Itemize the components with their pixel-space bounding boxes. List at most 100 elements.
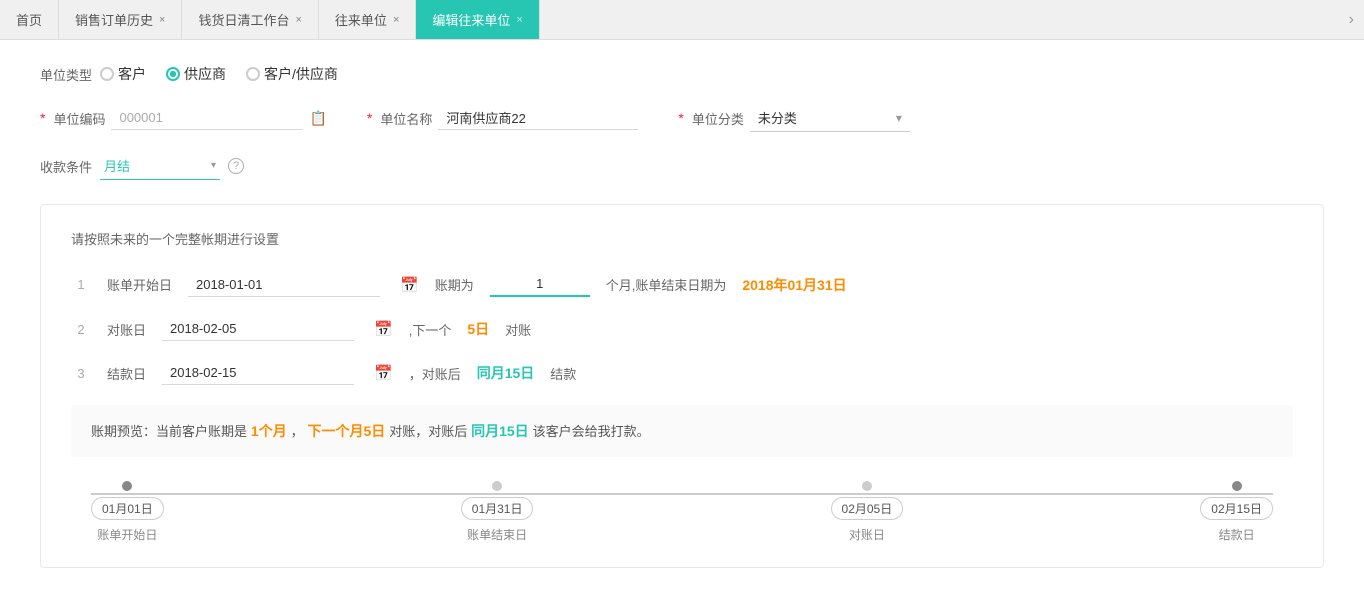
row1-date-input[interactable] (188, 273, 380, 297)
tab-cash-work-label: 钱货日清工作台 (198, 10, 289, 29)
row3-label: 结款日 (107, 364, 146, 383)
preview-part2: 下一个月5日 (308, 423, 386, 439)
timeline-point-3: 02月15日 结款日 (1200, 481, 1273, 543)
settings-box: 请按照未来的一个完整帐期进行设置 1 账单开始日 📅 账期为 个月,账单结束日期… (40, 204, 1324, 568)
preview-part3: 同月15日 (471, 423, 529, 439)
radio-customer-circle (100, 67, 114, 81)
radio-supplier[interactable]: 供应商 (166, 64, 226, 84)
row3-suffix-mid: 同月15日 (477, 363, 535, 383)
help-icon[interactable]: ? (228, 158, 244, 174)
tab-partner-close[interactable]: × (393, 14, 399, 26)
timeline-point-0: 01月01日 账单开始日 (91, 481, 164, 543)
tab-home-label: 首页 (16, 10, 42, 29)
timeline-point-2: 02月05日 对账日 (831, 481, 904, 543)
row2-date-input[interactable] (162, 317, 354, 341)
timeline-dot-3 (1232, 481, 1242, 491)
row1-label: 账单开始日 (107, 275, 172, 294)
unit-category-select[interactable]: 未分类 ▾ (750, 104, 910, 132)
row1-period-input[interactable] (490, 272, 590, 297)
radio-both[interactable]: 客户/供应商 (246, 64, 338, 84)
radio-customer-label: 客户 (118, 64, 146, 84)
tab-home[interactable]: 首页 (0, 0, 59, 39)
row1-suffix: 账期为 (435, 275, 474, 294)
tab-sales-order-label: 销售订单历史 (75, 10, 153, 29)
main-content: 单位类型 客户 供应商 客户/供应商 * 单位编码 📋 * (0, 40, 1364, 608)
timeline-label-1: 账单结束日 (467, 526, 527, 543)
timeline-date-3: 02月15日 (1200, 497, 1273, 520)
timeline-date-1: 01月31日 (461, 497, 534, 520)
row3-date-input[interactable] (162, 361, 354, 385)
tab-sales-order-close[interactable]: × (159, 14, 165, 26)
row-num-2: 2 (71, 322, 91, 337)
payment-row: 收款条件 月结 ▾ ? (40, 152, 1324, 180)
unit-type-row: 单位类型 客户 供应商 客户/供应商 (40, 64, 1324, 84)
tab-partner[interactable]: 往来单位 × (319, 0, 416, 39)
timeline-dot-1 (492, 481, 502, 491)
tab-cash-work-close[interactable]: × (295, 14, 301, 26)
row3-suffix-before: ，对账后 (409, 364, 461, 383)
row-num-1: 1 (71, 277, 91, 292)
tab-edit-partner-label: 编辑往来单位 (432, 10, 510, 29)
payment-label: 收款条件 (40, 157, 92, 176)
timeline-label-0: 账单开始日 (97, 526, 157, 543)
timeline-date-0: 01月01日 (91, 497, 164, 520)
settings-row-3: 3 结款日 📅 ，对账后 同月15日 结款 (71, 361, 1293, 385)
timeline-label-3: 结款日 (1219, 526, 1255, 543)
timeline-dot-2 (862, 481, 872, 491)
row1-end-date: 2018年01月31日 (742, 275, 846, 295)
preview-suffix: 该客户会给我打款。 (533, 424, 650, 439)
code-name-category-row: * 单位编码 📋 * 单位名称 * 单位分类 未分类 ▾ (40, 104, 1324, 132)
timeline-dot-0 (122, 481, 132, 491)
tab-edit-partner[interactable]: 编辑往来单位 × (416, 0, 539, 39)
tabs-arrow[interactable]: › (1339, 0, 1364, 39)
row2-suffix-mid: 5日 (467, 319, 489, 339)
timeline-wrap: 01月01日 账单开始日 01月31日 账单结束日 02月05日 对账日 (71, 481, 1293, 543)
name-required: * (367, 110, 372, 126)
radio-both-circle (246, 67, 260, 81)
unit-name-input[interactable] (438, 106, 638, 130)
radio-both-label: 客户/供应商 (264, 64, 338, 84)
timeline-dots: 01月01日 账单开始日 01月31日 账单结束日 02月05日 对账日 (91, 481, 1273, 543)
row3-calendar-icon[interactable]: 📅 (374, 364, 393, 382)
row3-suffix-after: 结款 (550, 364, 576, 383)
row-num-3: 3 (71, 366, 91, 381)
payment-select[interactable]: 月结 ▾ (100, 152, 220, 180)
payment-arrow-icon: ▾ (207, 160, 220, 171)
category-arrow-icon: ▾ (896, 111, 902, 125)
row2-calendar-icon[interactable]: 📅 (374, 320, 393, 338)
preview-part1: 1个月 (251, 423, 287, 439)
tab-sales-order[interactable]: 销售订单历史 × (59, 0, 182, 39)
tabs-bar: 首页 销售订单历史 × 钱货日清工作台 × 往来单位 × 编辑往来单位 × › (0, 0, 1364, 40)
settings-title: 请按照未来的一个完整帐期进行设置 (71, 229, 1293, 248)
payment-value: 月结 (100, 156, 207, 175)
unit-name-label: 单位名称 (380, 109, 432, 128)
preview-sep2: 对账，对账后 (389, 424, 467, 439)
tab-partner-label: 往来单位 (335, 10, 387, 29)
copy-icon[interactable]: 📋 (309, 110, 326, 127)
code-required: * (40, 110, 45, 126)
radio-supplier-label: 供应商 (184, 64, 226, 84)
row2-label: 对账日 (107, 320, 146, 339)
row2-suffix-after: 对账 (505, 320, 531, 339)
radio-supplier-circle (166, 67, 180, 81)
preview-prefix: 账期预览：当前客户账期是 (91, 424, 247, 439)
unit-code-label: 单位编码 (53, 109, 105, 128)
timeline-date-2: 02月05日 (831, 497, 904, 520)
unit-category-label: 单位分类 (692, 109, 744, 128)
row1-period-unit: 个月,账单结束日期为 (606, 275, 727, 294)
unit-category-value: 未分类 (758, 108, 896, 127)
settings-row-2: 2 对账日 📅 ,下一个 5日 对账 (71, 317, 1293, 341)
unit-type-radio-group: 客户 供应商 客户/供应商 (100, 64, 338, 84)
preview-box: 账期预览：当前客户账期是 1个月 ， 下一个月5日 对账，对账后 同月15日 该… (71, 405, 1293, 457)
radio-customer[interactable]: 客户 (100, 64, 146, 84)
row1-calendar-icon[interactable]: 📅 (400, 276, 419, 294)
timeline-point-1: 01月31日 账单结束日 (461, 481, 534, 543)
category-required: * (678, 110, 683, 126)
preview-sep1: ， (291, 424, 304, 439)
settings-row-1: 1 账单开始日 📅 账期为 个月,账单结束日期为 2018年01月31日 (71, 272, 1293, 297)
tab-edit-partner-close[interactable]: × (516, 14, 522, 26)
unit-code-input[interactable] (111, 106, 303, 130)
timeline-label-2: 对账日 (849, 526, 885, 543)
tab-cash-work[interactable]: 钱货日清工作台 × (182, 0, 318, 39)
unit-type-label: 单位类型 (40, 65, 92, 84)
